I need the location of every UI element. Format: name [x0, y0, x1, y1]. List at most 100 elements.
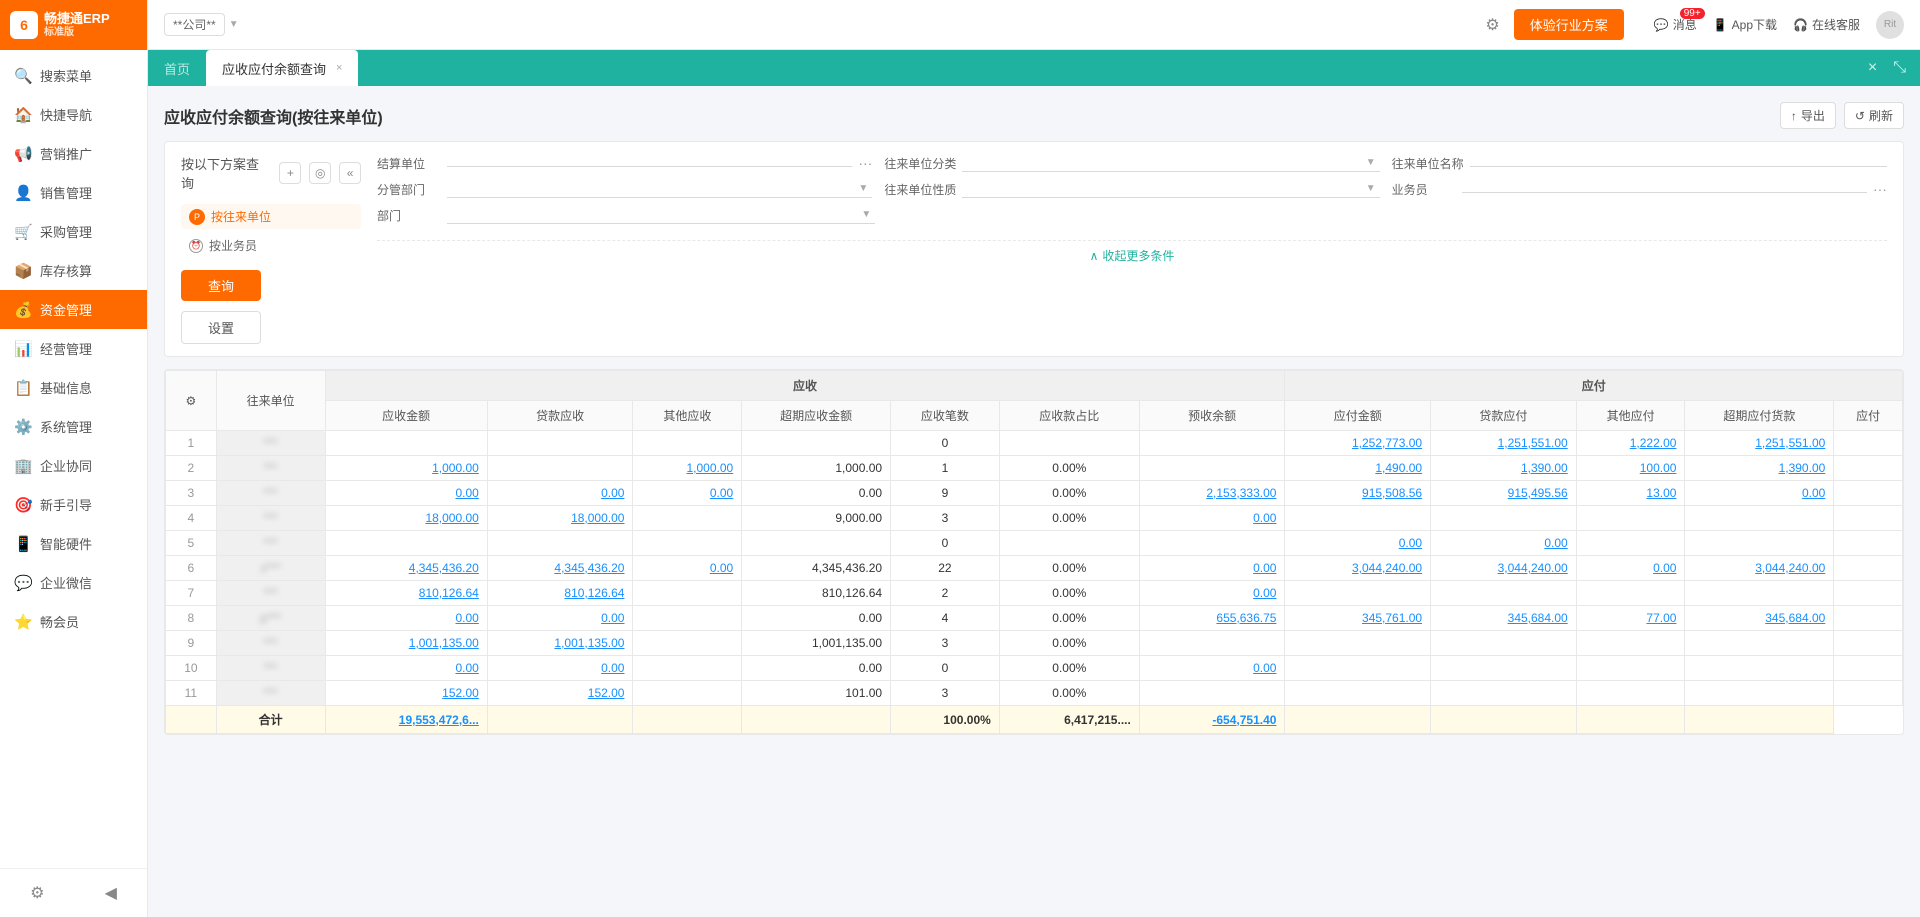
- sidebar-item-wechat[interactable]: 💬企业微信: [0, 563, 147, 602]
- cell-8[interactable]: [1139, 681, 1285, 706]
- cell-12[interactable]: 345,684.00: [1685, 606, 1834, 631]
- cell-2[interactable]: 0.00: [325, 481, 487, 506]
- cell-3[interactable]: [487, 431, 633, 456]
- cell-10[interactable]: [1431, 681, 1577, 706]
- cell-10[interactable]: 1,390.00: [1431, 456, 1577, 481]
- cell-11[interactable]: [1576, 506, 1685, 531]
- cell-3[interactable]: [487, 456, 633, 481]
- cell-12[interactable]: 1,251,551.00: [1685, 431, 1834, 456]
- cell-11[interactable]: 0.00: [1576, 556, 1685, 581]
- filter-collapse-btn[interactable]: «: [339, 162, 361, 184]
- cell-12[interactable]: [1685, 656, 1834, 681]
- cell-2[interactable]: [325, 531, 487, 556]
- cell-3[interactable]: 152.00: [487, 681, 633, 706]
- topbar-gear-icon[interactable]: ⚙: [1481, 11, 1503, 39]
- sidebar-item-purchase[interactable]: 🛒采购管理: [0, 212, 147, 251]
- cell-8[interactable]: 655,636.75: [1139, 606, 1285, 631]
- cell-10[interactable]: 345,684.00: [1431, 606, 1577, 631]
- cell-12[interactable]: 0.00: [1685, 481, 1834, 506]
- cell-11[interactable]: [1576, 531, 1685, 556]
- cell-8[interactable]: [1139, 531, 1285, 556]
- cell-3[interactable]: [487, 531, 633, 556]
- cell-11[interactable]: 1,222.00: [1576, 431, 1685, 456]
- cell-9[interactable]: [1285, 681, 1431, 706]
- cell-4[interactable]: [633, 506, 742, 531]
- cell-12[interactable]: [1685, 581, 1834, 606]
- salesman-dots[interactable]: ···: [1873, 181, 1887, 197]
- cell-10[interactable]: 0.00: [1431, 531, 1577, 556]
- cell-9[interactable]: 1,490.00: [1285, 456, 1431, 481]
- cell-3[interactable]: 1,001,135.00: [487, 631, 633, 656]
- cell-8[interactable]: [1139, 456, 1285, 481]
- sidebar-item-system[interactable]: ⚙️系统管理: [0, 407, 147, 446]
- department-select[interactable]: ▼: [447, 180, 872, 198]
- cell-11[interactable]: [1576, 656, 1685, 681]
- cell-4[interactable]: 1,000.00: [633, 456, 742, 481]
- sidebar-item-guide[interactable]: 🎯新手引导: [0, 485, 147, 524]
- company-selector[interactable]: **公司**: [164, 13, 225, 36]
- sidebar-item-search[interactable]: 🔍搜索菜单: [0, 56, 147, 95]
- cell-3[interactable]: 810,126.64: [487, 581, 633, 606]
- cell-9[interactable]: 0.00: [1285, 531, 1431, 556]
- cell-11[interactable]: 77.00: [1576, 606, 1685, 631]
- sidebar-item-basic[interactable]: 📋基础信息: [0, 368, 147, 407]
- sidebar-item-finance[interactable]: 💰资金管理: [0, 290, 147, 329]
- cell-10[interactable]: [1431, 506, 1577, 531]
- cell-8[interactable]: 0.00: [1139, 556, 1285, 581]
- cell-12[interactable]: [1685, 531, 1834, 556]
- cell-4[interactable]: [633, 581, 742, 606]
- cell-9[interactable]: 1,252,773.00: [1285, 431, 1431, 456]
- cell-9[interactable]: [1285, 581, 1431, 606]
- cell-2[interactable]: 18,000.00: [325, 506, 487, 531]
- settlement-unit-dots[interactable]: ···: [858, 155, 872, 171]
- export-button[interactable]: ↑ 导出: [1780, 102, 1836, 129]
- footer-recv-amt[interactable]: 19,553,472,6...: [325, 706, 487, 734]
- cell-3[interactable]: 0.00: [487, 606, 633, 631]
- cell-2[interactable]: 810,126.64: [325, 581, 487, 606]
- filter-scheme-salesman[interactable]: ⏰ 按业务员: [181, 233, 361, 258]
- partner-nature-select[interactable]: ▼: [962, 180, 1379, 198]
- cell-12[interactable]: 1,390.00: [1685, 456, 1834, 481]
- cell-4[interactable]: [633, 656, 742, 681]
- dept-select[interactable]: ▼: [447, 206, 875, 224]
- cell-8[interactable]: [1139, 631, 1285, 656]
- tab-close-icon[interactable]: ×: [336, 62, 342, 74]
- sidebar-item-management[interactable]: 📊经营管理: [0, 329, 147, 368]
- cell-11[interactable]: 100.00: [1576, 456, 1685, 481]
- cell-2[interactable]: 0.00: [325, 656, 487, 681]
- cell-8[interactable]: [1139, 431, 1285, 456]
- query-button[interactable]: 查询: [181, 270, 261, 301]
- cell-4[interactable]: 0.00: [633, 556, 742, 581]
- sidebar-item-hardware[interactable]: 📱智能硬件: [0, 524, 147, 563]
- sidebar-item-sales[interactable]: 👤销售管理: [0, 173, 147, 212]
- sidebar-settings-btn[interactable]: ⚙: [20, 877, 54, 909]
- cell-9[interactable]: [1285, 506, 1431, 531]
- cell-8[interactable]: 0.00: [1139, 506, 1285, 531]
- filter-settings-btn[interactable]: ◎: [309, 162, 331, 184]
- window-close-btn[interactable]: ×: [1864, 59, 1881, 77]
- cell-4[interactable]: [633, 431, 742, 456]
- footer-pay-amt[interactable]: -654,751.40: [1139, 706, 1285, 734]
- cell-4[interactable]: [633, 631, 742, 656]
- cell-9[interactable]: [1285, 656, 1431, 681]
- cell-12[interactable]: 3,044,240.00: [1685, 556, 1834, 581]
- col-settings[interactable]: ⚙: [166, 371, 217, 431]
- cell-12[interactable]: [1685, 506, 1834, 531]
- cell-8[interactable]: 0.00: [1139, 656, 1285, 681]
- cell-10[interactable]: [1431, 656, 1577, 681]
- cell-9[interactable]: 3,044,240.00: [1285, 556, 1431, 581]
- cell-10[interactable]: 915,495.56: [1431, 481, 1577, 506]
- user-avatar[interactable]: Rit: [1876, 11, 1904, 39]
- sidebar-item-marketing[interactable]: 📢营销推广: [0, 134, 147, 173]
- tab-receivable[interactable]: 应收应付余额查询 ×: [206, 50, 358, 86]
- filter-add-btn[interactable]: +: [279, 162, 301, 184]
- salesman-input[interactable]: [1462, 186, 1867, 193]
- table-settings-icon[interactable]: ⚙: [186, 394, 197, 408]
- cell-2[interactable]: 0.00: [325, 606, 487, 631]
- cell-4[interactable]: [633, 681, 742, 706]
- cell-11[interactable]: 13.00: [1576, 481, 1685, 506]
- cell-10[interactable]: [1431, 631, 1577, 656]
- cell-3[interactable]: 4,345,436.20: [487, 556, 633, 581]
- cell-9[interactable]: 345,761.00: [1285, 606, 1431, 631]
- sidebar-collapse-btn[interactable]: ◀: [95, 877, 127, 909]
